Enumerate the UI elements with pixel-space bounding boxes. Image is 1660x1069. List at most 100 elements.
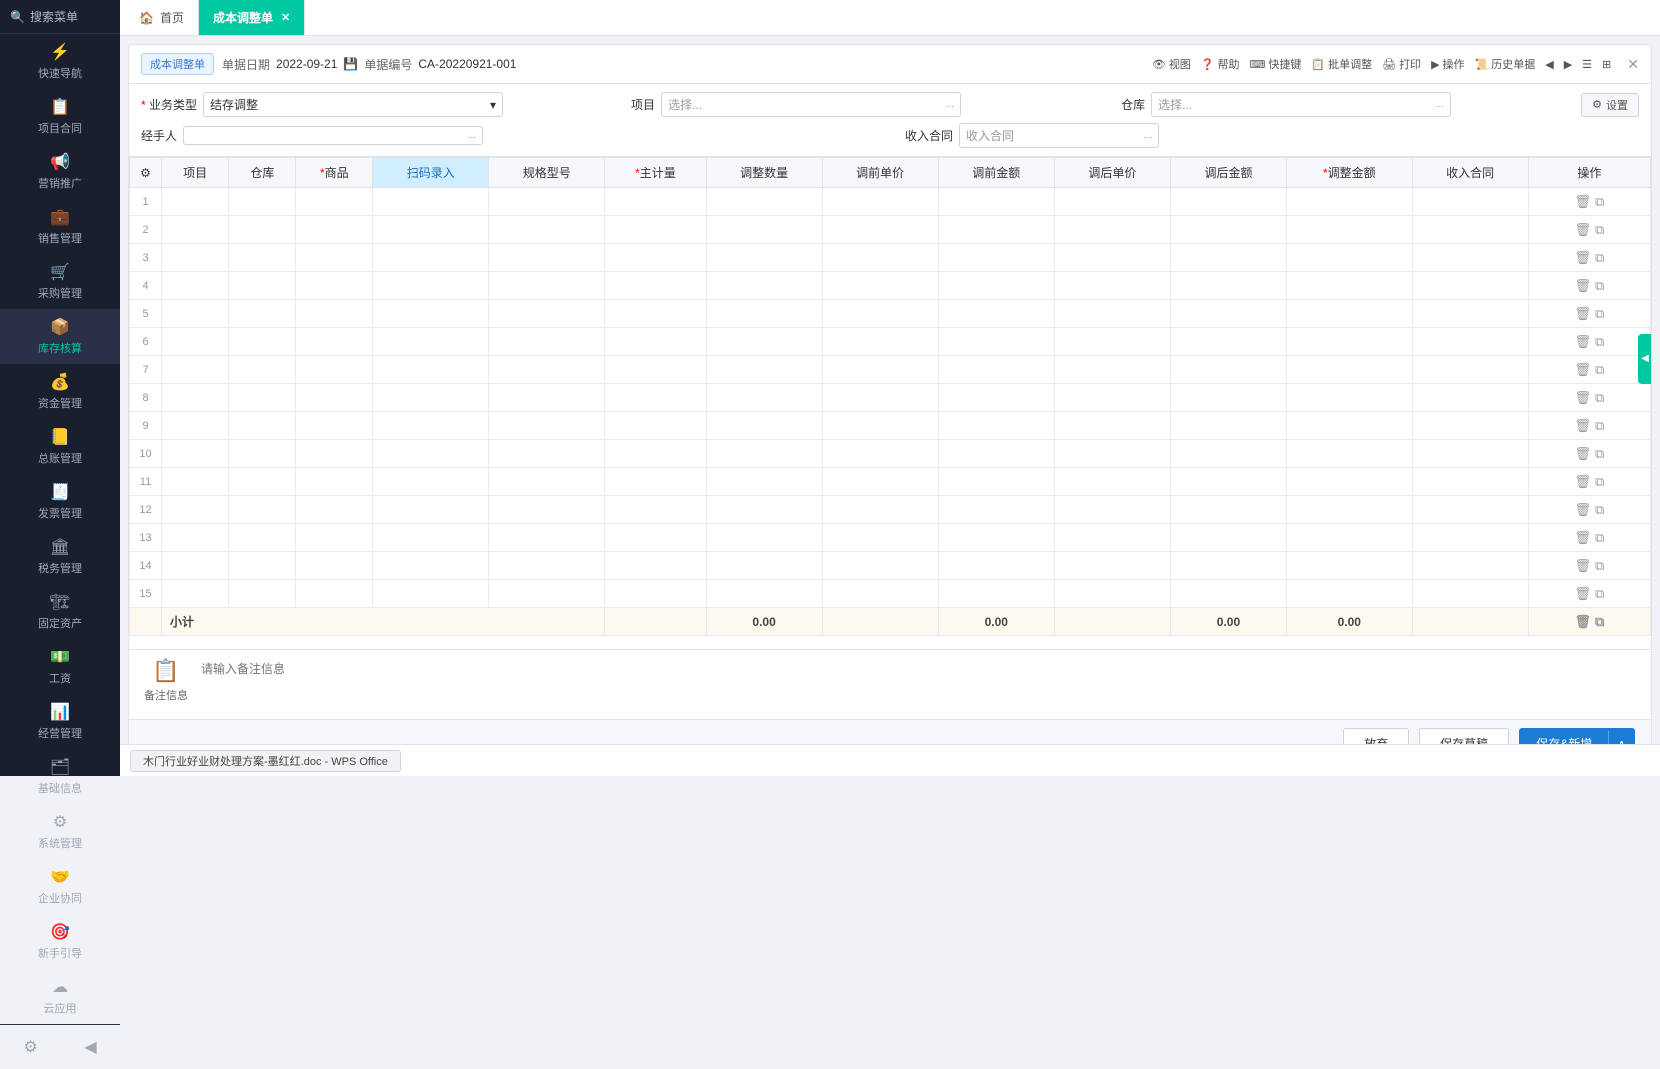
copy-icon-1[interactable]: ⧉ bbox=[1595, 194, 1604, 210]
after-price-cell-1[interactable] bbox=[1054, 188, 1170, 216]
scan-cell-15[interactable] bbox=[373, 580, 489, 608]
sidebar-item-inventory[interactable]: 📦 库存核算 bbox=[0, 309, 120, 364]
copy-icon-10[interactable]: ⧉ bbox=[1595, 446, 1604, 462]
scan-cell-1[interactable] bbox=[373, 188, 489, 216]
project-cell-13[interactable] bbox=[162, 524, 229, 552]
after-price-cell-10[interactable] bbox=[1054, 440, 1170, 468]
copy-icon-8[interactable]: ⧉ bbox=[1595, 390, 1604, 406]
income-contract-cell-13[interactable] bbox=[1412, 524, 1528, 552]
income-contract-cell-11[interactable] bbox=[1412, 468, 1528, 496]
sidebar-item-project-contract[interactable]: 📋 项目合同 bbox=[0, 89, 120, 144]
scan-cell-12[interactable] bbox=[373, 496, 489, 524]
warehouse-cell-5[interactable] bbox=[229, 300, 296, 328]
project-cell-14[interactable] bbox=[162, 552, 229, 580]
delete-icon-5[interactable]: 🗑 bbox=[1574, 306, 1591, 322]
adjust-qty-cell-7[interactable] bbox=[706, 356, 822, 384]
product-cell-4[interactable] bbox=[296, 272, 373, 300]
scan-cell-6[interactable] bbox=[373, 328, 489, 356]
after-amount-cell-15[interactable] bbox=[1170, 580, 1286, 608]
toolbar-view[interactable]: 👁 视图 bbox=[1152, 56, 1191, 72]
spec-cell-1[interactable] bbox=[489, 188, 605, 216]
after-amount-cell-1[interactable] bbox=[1170, 188, 1286, 216]
unit-cell-10[interactable] bbox=[605, 440, 706, 468]
adjust-qty-cell-12[interactable] bbox=[706, 496, 822, 524]
sidebar-item-enterprise[interactable]: 🤝 企业协同 bbox=[0, 859, 120, 914]
project-cell-12[interactable] bbox=[162, 496, 229, 524]
after-amount-cell-6[interactable] bbox=[1170, 328, 1286, 356]
copy-icon-5[interactable]: ⧉ bbox=[1595, 306, 1604, 322]
scan-cell-14[interactable] bbox=[373, 552, 489, 580]
after-amount-cell-12[interactable] bbox=[1170, 496, 1286, 524]
spec-cell-11[interactable] bbox=[489, 468, 605, 496]
unit-cell-13[interactable] bbox=[605, 524, 706, 552]
prev-price-cell-1[interactable] bbox=[822, 188, 938, 216]
after-amount-cell-2[interactable] bbox=[1170, 216, 1286, 244]
tab-close-icon[interactable]: ✕ bbox=[281, 11, 290, 24]
product-cell-8[interactable] bbox=[296, 384, 373, 412]
collapse-icon[interactable]: ◀ bbox=[76, 1033, 104, 1061]
product-cell-6[interactable] bbox=[296, 328, 373, 356]
after-price-cell-6[interactable] bbox=[1054, 328, 1170, 356]
project-select[interactable]: 选择... ... bbox=[661, 92, 961, 117]
prev-price-cell-13[interactable] bbox=[822, 524, 938, 552]
prev-price-cell-11[interactable] bbox=[822, 468, 938, 496]
scan-cell-2[interactable] bbox=[373, 216, 489, 244]
unit-cell-1[interactable] bbox=[605, 188, 706, 216]
warehouse-cell-6[interactable] bbox=[229, 328, 296, 356]
scan-cell-11[interactable] bbox=[373, 468, 489, 496]
warehouse-cell-14[interactable] bbox=[229, 552, 296, 580]
product-cell-5[interactable] bbox=[296, 300, 373, 328]
project-cell-1[interactable] bbox=[162, 188, 229, 216]
prev-amount-cell-15[interactable] bbox=[938, 580, 1054, 608]
copy-icon-6[interactable]: ⧉ bbox=[1595, 334, 1604, 350]
after-amount-cell-3[interactable] bbox=[1170, 244, 1286, 272]
unit-cell-6[interactable] bbox=[605, 328, 706, 356]
prev-amount-cell-5[interactable] bbox=[938, 300, 1054, 328]
income-contract-cell-3[interactable] bbox=[1412, 244, 1528, 272]
toolbar-nav-next[interactable]: ▶ bbox=[1564, 58, 1572, 71]
warehouse-cell-13[interactable] bbox=[229, 524, 296, 552]
income-contract-cell-6[interactable] bbox=[1412, 328, 1528, 356]
adjust-qty-cell-5[interactable] bbox=[706, 300, 822, 328]
adjust-amount-cell-8[interactable] bbox=[1287, 384, 1413, 412]
delete-icon-11[interactable]: 🗑 bbox=[1574, 474, 1591, 490]
unit-cell-8[interactable] bbox=[605, 384, 706, 412]
product-cell-3[interactable] bbox=[296, 244, 373, 272]
delete-icon-subtotal[interactable]: 🗑 bbox=[1574, 614, 1591, 630]
warehouse-cell-7[interactable] bbox=[229, 356, 296, 384]
delete-icon-15[interactable]: 🗑 bbox=[1574, 586, 1591, 602]
after-amount-cell-5[interactable] bbox=[1170, 300, 1286, 328]
project-cell-10[interactable] bbox=[162, 440, 229, 468]
sidebar-item-cloud-app[interactable]: ☁ 云应用 bbox=[0, 969, 120, 1024]
adjust-qty-cell-4[interactable] bbox=[706, 272, 822, 300]
after-price-cell-7[interactable] bbox=[1054, 356, 1170, 384]
delete-icon-14[interactable]: 🗑 bbox=[1574, 558, 1591, 574]
unit-cell-3[interactable] bbox=[605, 244, 706, 272]
copy-icon-3[interactable]: ⧉ bbox=[1595, 250, 1604, 266]
unit-cell-4[interactable] bbox=[605, 272, 706, 300]
copy-icon-9[interactable]: ⧉ bbox=[1595, 418, 1604, 434]
adjust-amount-cell-12[interactable] bbox=[1287, 496, 1413, 524]
settings-button[interactable]: ⚙ 设置 bbox=[1581, 93, 1639, 117]
prev-amount-cell-9[interactable] bbox=[938, 412, 1054, 440]
sidebar-item-quick-nav[interactable]: ⚡ 快速导航 bbox=[0, 34, 120, 89]
after-amount-cell-8[interactable] bbox=[1170, 384, 1286, 412]
after-amount-cell-13[interactable] bbox=[1170, 524, 1286, 552]
prev-amount-cell-14[interactable] bbox=[938, 552, 1054, 580]
scan-cell-10[interactable] bbox=[373, 440, 489, 468]
product-cell-2[interactable] bbox=[296, 216, 373, 244]
spec-cell-7[interactable] bbox=[489, 356, 605, 384]
unit-cell-7[interactable] bbox=[605, 356, 706, 384]
unit-cell-14[interactable] bbox=[605, 552, 706, 580]
delete-icon-7[interactable]: 🗑 bbox=[1574, 362, 1591, 378]
adjust-amount-cell-4[interactable] bbox=[1287, 272, 1413, 300]
after-amount-cell-7[interactable] bbox=[1170, 356, 1286, 384]
delete-icon-2[interactable]: 🗑 bbox=[1574, 222, 1591, 238]
copy-icon-13[interactable]: ⧉ bbox=[1595, 530, 1604, 546]
prev-price-cell-5[interactable] bbox=[822, 300, 938, 328]
unit-cell-15[interactable] bbox=[605, 580, 706, 608]
toolbar-nav-prev[interactable]: ◀ bbox=[1545, 58, 1553, 71]
after-price-cell-5[interactable] bbox=[1054, 300, 1170, 328]
prev-price-cell-15[interactable] bbox=[822, 580, 938, 608]
sidebar-item-ledger-mgmt[interactable]: 📒 总账管理 bbox=[0, 419, 120, 474]
